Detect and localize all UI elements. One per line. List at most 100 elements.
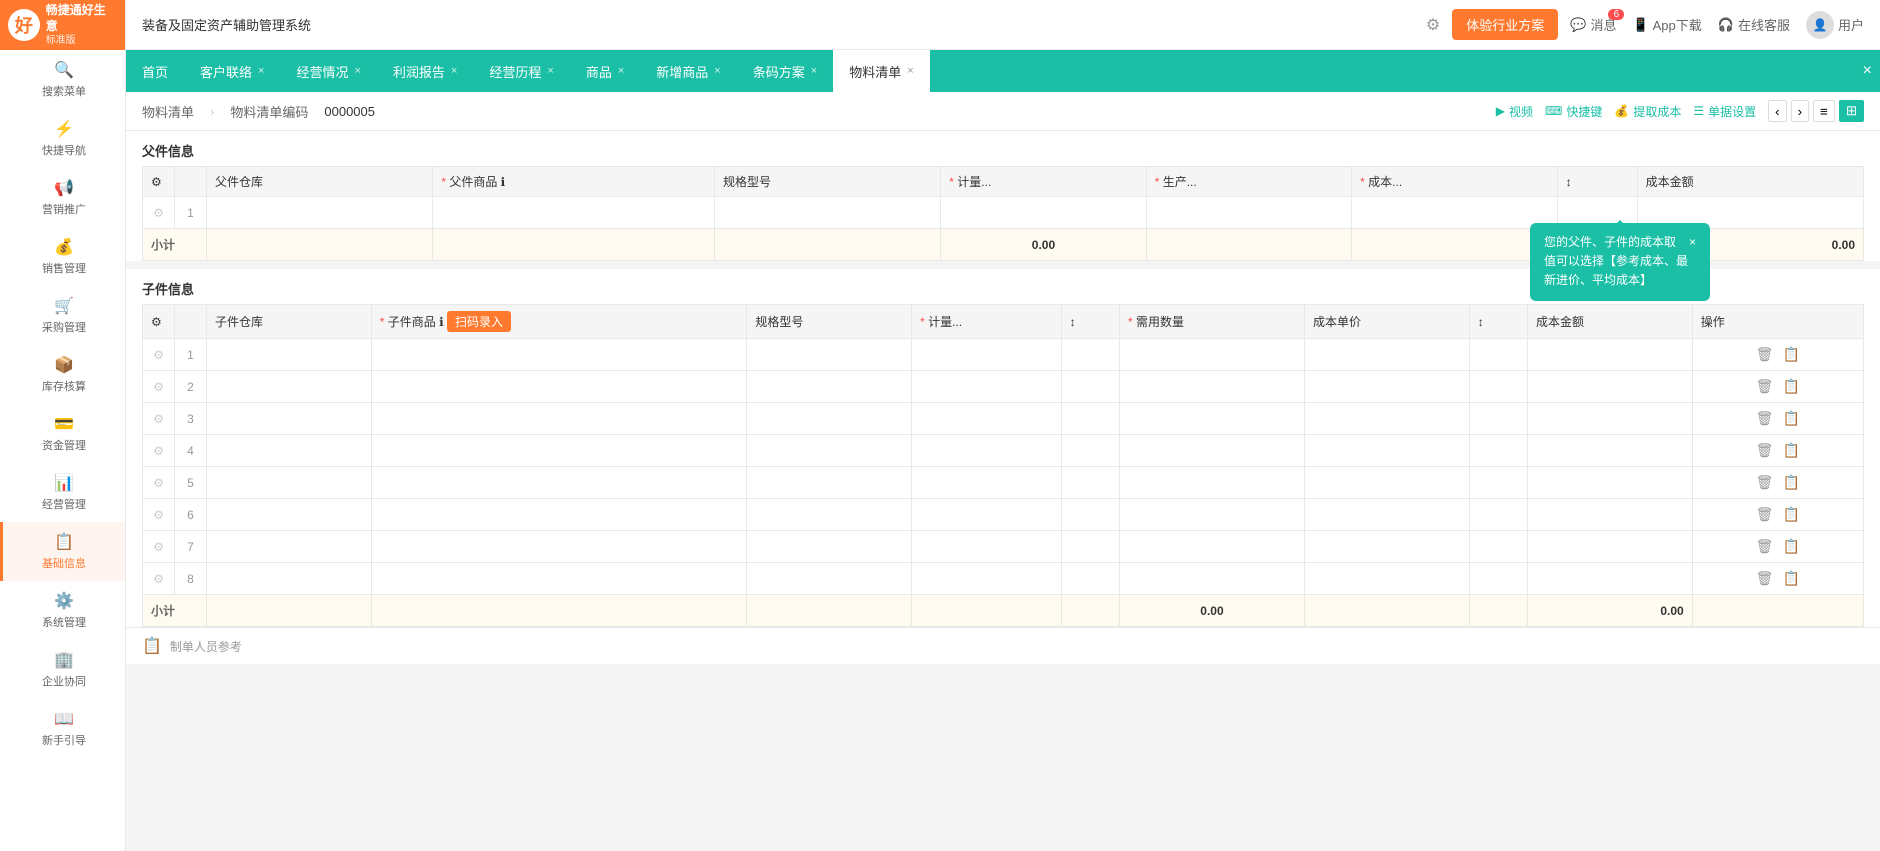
tab-close-经营情况[interactable]: × [354, 65, 360, 77]
child-goods-1[interactable] [371, 339, 747, 371]
sidebar-item-search[interactable]: 🔍搜索菜单 [0, 50, 125, 109]
message-btn[interactable]: 💬 消息 6 [1570, 15, 1616, 34]
child-qty-7[interactable] [912, 531, 1062, 563]
parent-cost-cell[interactable] [1352, 197, 1557, 229]
child-spec-8[interactable] [747, 563, 912, 595]
app-download-btn[interactable]: 📱 App下载 [1632, 15, 1701, 34]
child-unitcost-7[interactable] [1304, 531, 1469, 563]
copy-btn-1[interactable]: 📋 [1780, 346, 1803, 363]
child-needed-1[interactable] [1119, 339, 1304, 371]
shortcut-action[interactable]: ⌨ 快捷键 [1545, 103, 1602, 120]
tooltip-close-btn[interactable]: × [1689, 233, 1696, 252]
nav-tab-客户联络[interactable]: 客户联络× [184, 50, 280, 92]
tab-close-条码方案[interactable]: × [811, 65, 817, 77]
child-warehouse-2[interactable] [207, 371, 372, 403]
nav-tab-利润报告[interactable]: 利润报告× [377, 50, 473, 92]
breadcrumb-item-1[interactable]: 物料清单 [142, 102, 194, 121]
delete-btn-4[interactable]: 🗑 [1753, 442, 1777, 459]
sidebar-item-inventory[interactable]: 📦库存核算 [0, 345, 125, 404]
child-goods-6[interactable] [371, 499, 747, 531]
copy-btn-5[interactable]: 📋 [1780, 474, 1803, 491]
child-warehouse-3[interactable] [207, 403, 372, 435]
child-qty-1[interactable] [912, 339, 1062, 371]
video-action[interactable]: ▶ 视频 [1496, 103, 1533, 120]
tab-close-商品[interactable]: × [618, 65, 624, 77]
tab-close-利润报告[interactable]: × [451, 65, 457, 77]
delete-btn-8[interactable]: 🗑 [1753, 570, 1777, 587]
sidebar-item-purchase[interactable]: 🛒采购管理 [0, 286, 125, 345]
sidebar-item-basic[interactable]: 📋基础信息 [0, 522, 125, 581]
scan-button[interactable]: 扫码录入 [447, 311, 511, 332]
child-needed-2[interactable] [1119, 371, 1304, 403]
sidebar-item-quicknav[interactable]: ⚡快捷导航 [0, 109, 125, 168]
child-warehouse-5[interactable] [207, 467, 372, 499]
nav-tab-条码方案[interactable]: 条码方案× [737, 50, 833, 92]
copy-btn-8[interactable]: 📋 [1780, 570, 1803, 587]
child-warehouse-6[interactable] [207, 499, 372, 531]
child-spec-2[interactable] [747, 371, 912, 403]
delete-btn-6[interactable]: 🗑 [1753, 506, 1777, 523]
child-qty-3[interactable] [912, 403, 1062, 435]
nav-tab-新增商品[interactable]: 新增商品× [640, 50, 736, 92]
nav-tab-物料清单[interactable]: 物料清单× [833, 50, 929, 92]
extract-cost-action[interactable]: 💰 提取成本 [1614, 103, 1681, 120]
delete-btn-1[interactable]: 🗑 [1753, 346, 1777, 363]
child-needed-5[interactable] [1119, 467, 1304, 499]
child-spec-6[interactable] [747, 499, 912, 531]
child-goods-3[interactable] [371, 403, 747, 435]
child-unitcost-1[interactable] [1304, 339, 1469, 371]
trial-button[interactable]: 体验行业方案 [1452, 9, 1558, 40]
copy-btn-3[interactable]: 📋 [1780, 410, 1803, 427]
child-warehouse-1[interactable] [207, 339, 372, 371]
child-goods-7[interactable] [371, 531, 747, 563]
child-unitcost-5[interactable] [1304, 467, 1469, 499]
child-warehouse-8[interactable] [207, 563, 372, 595]
child-spec-4[interactable] [747, 435, 912, 467]
delete-btn-3[interactable]: 🗑 [1753, 410, 1777, 427]
child-qty-6[interactable] [912, 499, 1062, 531]
user-btn[interactable]: 👤 用户 [1806, 11, 1864, 39]
parent-produce-cell[interactable] [1146, 197, 1351, 229]
child-warehouse-7[interactable] [207, 531, 372, 563]
child-needed-6[interactable] [1119, 499, 1304, 531]
delete-btn-2[interactable]: 🗑 [1753, 378, 1777, 395]
child-needed-4[interactable] [1119, 435, 1304, 467]
child-spec-3[interactable] [747, 403, 912, 435]
child-unitcost-2[interactable] [1304, 371, 1469, 403]
copy-btn-4[interactable]: 📋 [1780, 442, 1803, 459]
child-unitcost-8[interactable] [1304, 563, 1469, 595]
child-needed-7[interactable] [1119, 531, 1304, 563]
child-spec-7[interactable] [747, 531, 912, 563]
list-btn[interactable]: ≡ [1813, 100, 1835, 122]
child-qty-4[interactable] [912, 435, 1062, 467]
child-goods-8[interactable] [371, 563, 747, 595]
tab-close-经营历程[interactable]: × [547, 65, 553, 77]
tab-close-新增商品[interactable]: × [714, 65, 720, 77]
nav-close-all-btn[interactable]: × [1863, 62, 1872, 80]
parent-goods-cell[interactable] [433, 197, 715, 229]
delete-btn-7[interactable]: 🗑 [1753, 538, 1777, 555]
sidebar-item-marketing[interactable]: 📢营销推广 [0, 168, 125, 227]
child-unitcost-4[interactable] [1304, 435, 1469, 467]
grid-btn[interactable]: ⊞ [1839, 100, 1864, 122]
child-unitcost-3[interactable] [1304, 403, 1469, 435]
topbar-settings-icon[interactable]: ⚙ [1426, 15, 1440, 35]
tab-close-客户联络[interactable]: × [258, 65, 264, 77]
nav-tab-经营历程[interactable]: 经营历程× [473, 50, 569, 92]
copy-btn-6[interactable]: 📋 [1780, 506, 1803, 523]
sidebar-item-enterprise[interactable]: 🏢企业协同 [0, 640, 125, 699]
child-goods-4[interactable] [371, 435, 747, 467]
child-goods-5[interactable] [371, 467, 747, 499]
child-needed-8[interactable] [1119, 563, 1304, 595]
child-qty-2[interactable] [912, 371, 1062, 403]
child-warehouse-4[interactable] [207, 435, 372, 467]
child-spec-1[interactable] [747, 339, 912, 371]
child-unitcost-6[interactable] [1304, 499, 1469, 531]
delete-btn-5[interactable]: 🗑 [1753, 474, 1777, 491]
sidebar-item-system[interactable]: ⚙️系统管理 [0, 581, 125, 640]
child-goods-2[interactable] [371, 371, 747, 403]
child-qty-5[interactable] [912, 467, 1062, 499]
copy-btn-2[interactable]: 📋 [1780, 378, 1803, 395]
next-btn[interactable]: › [1791, 100, 1809, 122]
parent-spec-cell[interactable] [714, 197, 940, 229]
